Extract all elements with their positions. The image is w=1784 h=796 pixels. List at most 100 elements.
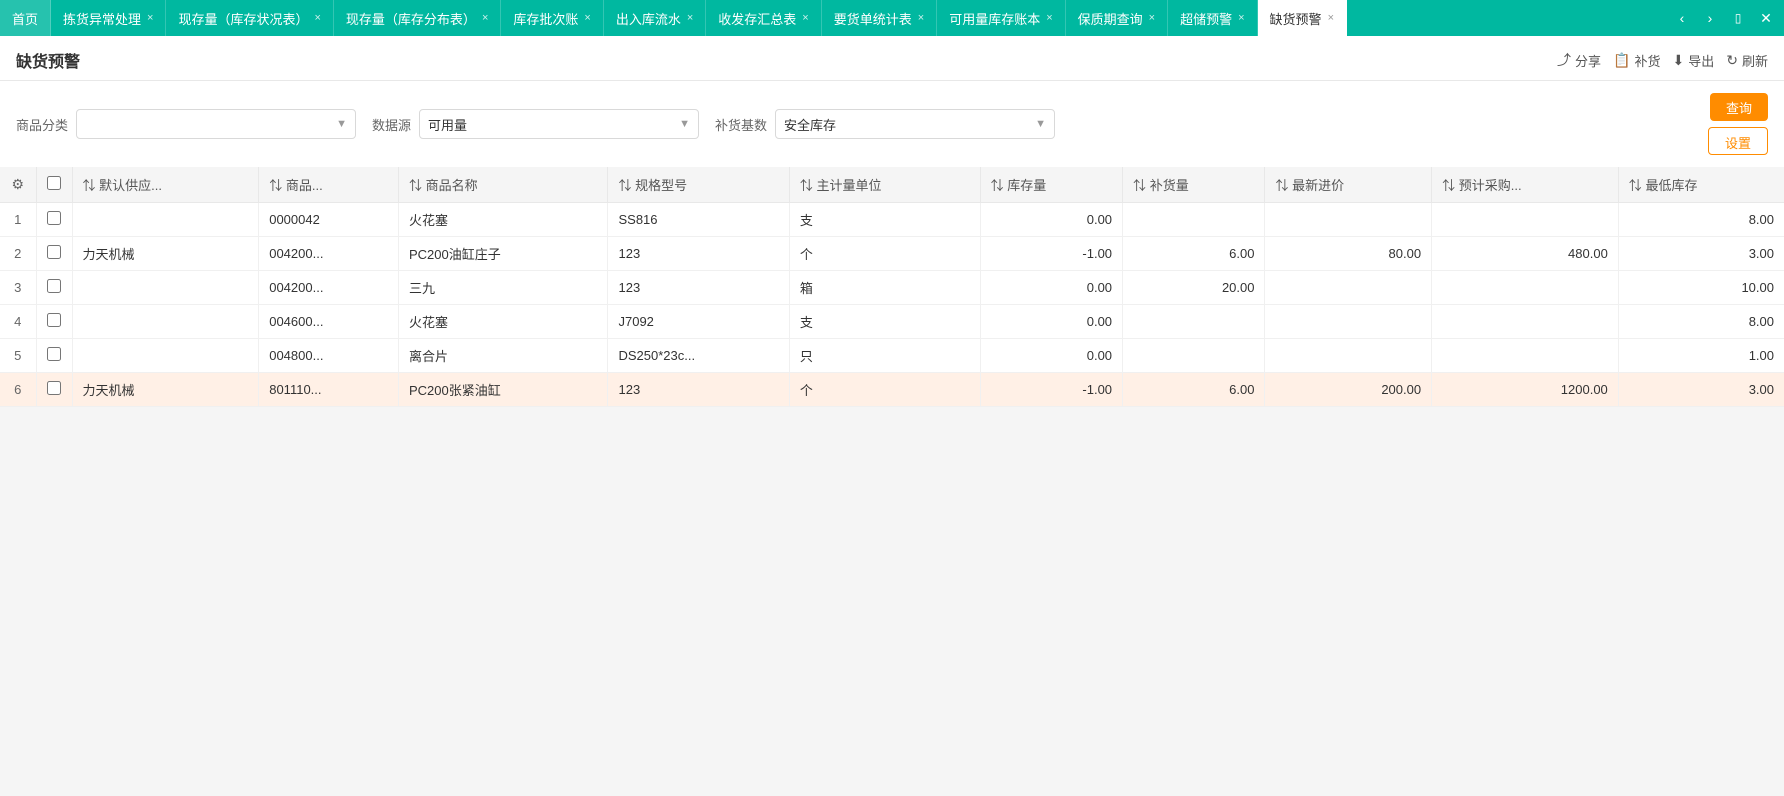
row-product-code: 004800...	[259, 339, 399, 373]
row-checkbox[interactable]	[47, 211, 61, 225]
settings-button[interactable]: 设置	[1708, 127, 1768, 155]
close-tab-expiry[interactable]: ×	[1149, 12, 1155, 24]
tab-demand[interactable]: 要货单统计表 ×	[822, 0, 937, 36]
gear-icon[interactable]: ⚙	[11, 176, 24, 192]
datasource-chevron-icon: ▼	[679, 118, 690, 130]
row-checkbox[interactable]	[47, 279, 61, 293]
tab-home[interactable]: 首页	[0, 0, 51, 36]
row-checkbox-cell	[36, 305, 72, 339]
nav-prev-btn[interactable]: ‹	[1668, 4, 1696, 32]
main-content: 缺货预警 ⤴ 分享 📋 补货 ⬇ 导出 ↻ 刷新 商品分类	[0, 36, 1784, 407]
export-icon: ⬇	[1673, 52, 1685, 69]
row-checkbox[interactable]	[47, 381, 61, 395]
row-replenish: 6.00	[1123, 237, 1265, 271]
datasource-filter-group: 数据源 可用量 ▼	[372, 109, 699, 139]
table-row: 1 0000042 火花塞 SS816 支 0.00 8.00	[0, 203, 1784, 237]
row-min-stock: 3.00	[1618, 373, 1784, 407]
category-select[interactable]: ▼	[76, 109, 356, 139]
sort-est-icon[interactable]: ⇅	[1442, 178, 1455, 193]
row-stock: 0.00	[980, 339, 1122, 373]
row-checkbox-cell	[36, 373, 72, 407]
row-num: 5	[0, 339, 36, 373]
nav-close-btn[interactable]: ✕	[1752, 4, 1780, 32]
col-product-code: ⇅ 商品...	[259, 167, 399, 203]
table-header-row: ⚙ ⇅ 默认供应... ⇅ 商品... ⇅ 商品名称	[0, 167, 1784, 203]
row-unit: 支	[789, 305, 980, 339]
row-latest-price: 80.00	[1265, 237, 1432, 271]
row-latest-price	[1265, 339, 1432, 373]
datasource-label: 数据源	[372, 115, 411, 134]
tab-stock-dist[interactable]: 现存量（库存分布表） ×	[334, 0, 501, 36]
row-checkbox[interactable]	[47, 245, 61, 259]
close-tab-batch[interactable]: ×	[584, 12, 590, 24]
tab-collect[interactable]: 收发存汇总表 ×	[706, 0, 821, 36]
nav-restore-btn[interactable]: ▯	[1724, 4, 1752, 32]
share-icon: ⤴	[1557, 50, 1571, 70]
close-tab-abnormal[interactable]: ×	[147, 12, 153, 24]
row-checkbox-cell	[36, 339, 72, 373]
close-tab-inout[interactable]: ×	[687, 12, 693, 24]
row-supplier	[72, 339, 259, 373]
sort-spec-icon[interactable]: ⇅	[618, 178, 631, 193]
sort-price-icon[interactable]: ⇅	[1275, 178, 1288, 193]
tab-abnormal[interactable]: 拣货异常处理 ×	[51, 0, 166, 36]
row-supplier	[72, 271, 259, 305]
table-row: 2 力天机械 004200... PC200油缸庄子 123 个 -1.00 6…	[0, 237, 1784, 271]
datasource-select[interactable]: 可用量 ▼	[419, 109, 699, 139]
table-row: 4 004600... 火花塞 J7092 支 0.00 8.00	[0, 305, 1784, 339]
sort-supplier-icon[interactable]: ⇅	[83, 178, 96, 193]
row-num: 4	[0, 305, 36, 339]
row-spec: 123	[608, 237, 789, 271]
row-checkbox[interactable]	[47, 347, 61, 361]
table-body: 1 0000042 火花塞 SS816 支 0.00 8.00 2 力天机械 0…	[0, 203, 1784, 407]
refresh-icon: ↻	[1726, 52, 1738, 69]
row-num: 2	[0, 237, 36, 271]
tab-overstock[interactable]: 超储预警 ×	[1168, 0, 1257, 36]
sort-min-icon[interactable]: ⇅	[1629, 178, 1642, 193]
close-tab-overstock[interactable]: ×	[1238, 12, 1244, 24]
row-est-purchase	[1432, 271, 1619, 305]
row-min-stock: 1.00	[1618, 339, 1784, 373]
sort-replenish-icon[interactable]: ⇅	[1133, 178, 1146, 193]
header-actions: ⤴ 分享 📋 补货 ⬇ 导出 ↻ 刷新	[1557, 50, 1768, 70]
tab-available[interactable]: 可用量库存账本 ×	[937, 0, 1065, 36]
export-action[interactable]: ⬇ 导出	[1673, 51, 1715, 70]
replenish-filter-group: 补货基数 安全库存 ▼	[715, 109, 1055, 139]
sort-code-icon[interactable]: ⇅	[269, 178, 282, 193]
row-stock: 0.00	[980, 305, 1122, 339]
table-row: 3 004200... 三九 123 箱 0.00 20.00 10.00	[0, 271, 1784, 305]
replenish-base-select[interactable]: 安全库存 ▼	[775, 109, 1055, 139]
row-checkbox[interactable]	[47, 313, 61, 327]
row-product-code: 0000042	[259, 203, 399, 237]
replenish-action[interactable]: 📋 补货	[1613, 51, 1660, 70]
select-all-checkbox[interactable]	[47, 176, 61, 190]
row-min-stock: 8.00	[1618, 203, 1784, 237]
tab-expiry[interactable]: 保质期查询 ×	[1066, 0, 1168, 36]
tab-inout[interactable]: 出入库流水 ×	[604, 0, 706, 36]
top-nav: 首页 拣货异常处理 × 现存量（库存状况表） × 现存量（库存分布表） × 库存…	[0, 0, 1784, 36]
close-tab-stock-status[interactable]: ×	[314, 12, 320, 24]
close-tab-collect[interactable]: ×	[802, 12, 808, 24]
share-action[interactable]: ⤴ 分享	[1557, 50, 1601, 70]
row-min-stock: 3.00	[1618, 237, 1784, 271]
sort-stock-icon[interactable]: ⇅	[991, 178, 1004, 193]
sort-name-icon[interactable]: ⇅	[409, 178, 422, 193]
close-tab-available[interactable]: ×	[1046, 12, 1052, 24]
sort-unit-icon[interactable]: ⇅	[800, 178, 813, 193]
close-tab-demand[interactable]: ×	[918, 12, 924, 24]
close-tab-stock-dist[interactable]: ×	[482, 12, 488, 24]
row-est-purchase	[1432, 339, 1619, 373]
row-product-code: 004200...	[259, 237, 399, 271]
row-product-name: 离合片	[398, 339, 608, 373]
category-chevron-icon: ▼	[336, 118, 347, 130]
tab-shortage[interactable]: 缺货预警 ×	[1258, 0, 1347, 36]
row-supplier: 力天机械	[72, 373, 259, 407]
query-button[interactable]: 查询	[1710, 93, 1768, 121]
tab-batch[interactable]: 库存批次账 ×	[501, 0, 603, 36]
nav-next-btn[interactable]: ›	[1696, 4, 1724, 32]
row-stock: -1.00	[980, 237, 1122, 271]
close-tab-shortage[interactable]: ×	[1328, 12, 1334, 24]
refresh-action[interactable]: ↻ 刷新	[1726, 51, 1768, 70]
tab-stock-status[interactable]: 现存量（库存状况表） ×	[166, 0, 333, 36]
col-replenish: ⇅ 补货量	[1123, 167, 1265, 203]
